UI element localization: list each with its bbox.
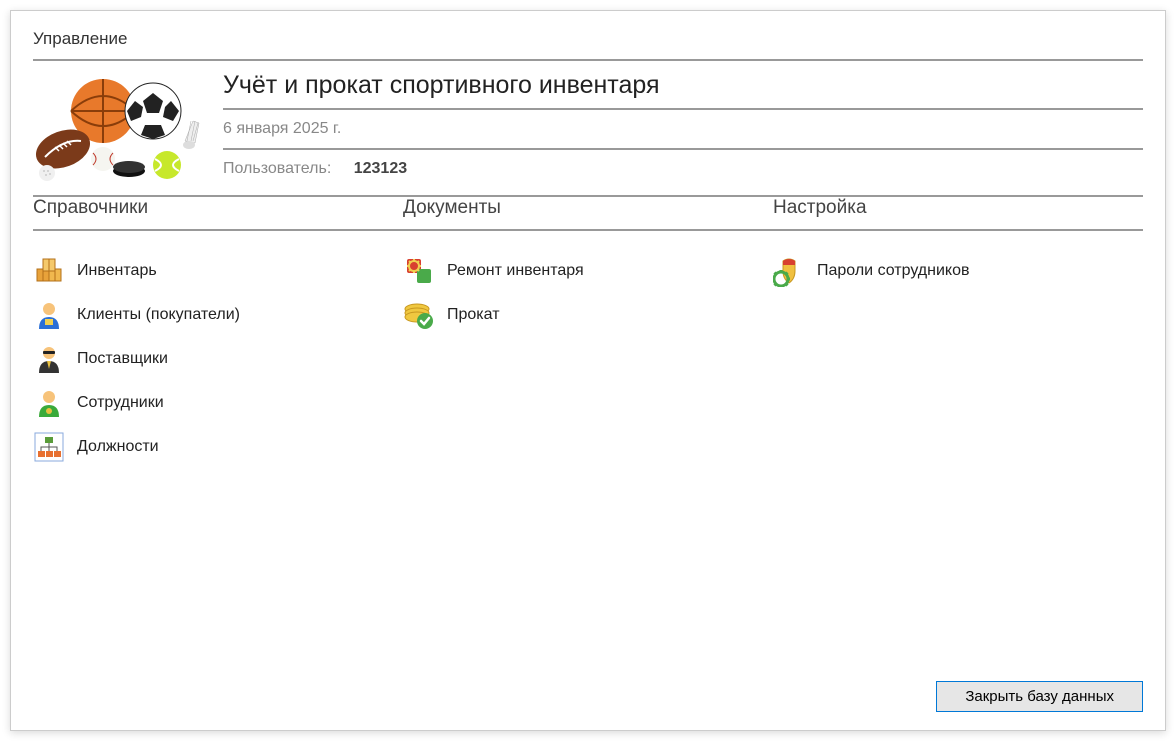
repair-icon (403, 255, 435, 287)
documents-list: Ремонт инвентаря Прокат (403, 249, 773, 337)
orgchart-icon (33, 431, 65, 463)
app-title: Учёт и прокат спортивного инвентаря (223, 71, 1143, 110)
section-references: Инвентарь Клиенты (покупатели) (33, 249, 403, 469)
nav-item-label: Сотрудники (77, 394, 164, 412)
footer: Закрыть базу данных (33, 671, 1143, 712)
employee-icon (33, 387, 65, 419)
nav-passwords[interactable]: Пароли сотрудников (773, 249, 1143, 293)
references-list: Инвентарь Клиенты (покупатели) (33, 249, 403, 469)
nav-suppliers[interactable]: Поставщики (33, 337, 403, 381)
user-label: Пользователь: (223, 160, 331, 177)
nav-item-label: Клиенты (покупатели) (77, 306, 240, 324)
nav-item-label: Прокат (447, 306, 500, 324)
boxes-icon (33, 255, 65, 287)
client-icon (33, 299, 65, 331)
app-logo (33, 71, 203, 181)
nav-employees[interactable]: Сотрудники (33, 381, 403, 425)
section-references-title: Справочники (33, 197, 403, 229)
user-value: 123123 (354, 160, 407, 177)
section-documents-title: Документы (403, 197, 773, 229)
section-documents: Ремонт инвентаря Прокат (403, 249, 773, 469)
nav-item-label: Ремонт инвентаря (447, 262, 584, 280)
menu-bar: Управление (33, 29, 1143, 61)
settings-list: Пароли сотрудников (773, 249, 1143, 293)
nav-rental[interactable]: Прокат (403, 293, 773, 337)
columns-body: Инвентарь Клиенты (покупатели) (33, 249, 1143, 469)
passwords-icon (773, 255, 805, 287)
section-settings: Пароли сотрудников (773, 249, 1143, 469)
nav-repair[interactable]: Ремонт инвентаря (403, 249, 773, 293)
header-content: Учёт и прокат спортивного инвентаря 6 ян… (223, 71, 1143, 181)
main-window: Управление (10, 10, 1166, 731)
section-settings-title: Настройка (773, 197, 1143, 229)
header: Учёт и прокат спортивного инвентаря 6 ян… (33, 61, 1143, 197)
nav-inventory[interactable]: Инвентарь (33, 249, 403, 293)
close-database-button[interactable]: Закрыть базу данных (936, 681, 1143, 712)
nav-item-label: Инвентарь (77, 262, 157, 280)
columns-wrapper: Справочники Документы Настройка (33, 197, 1143, 671)
nav-item-label: Поставщики (77, 350, 168, 368)
user-row: Пользователь: 123123 (223, 160, 1143, 178)
coins-check-icon (403, 299, 435, 331)
nav-item-label: Пароли сотрудников (817, 262, 970, 280)
app-date: 6 января 2025 г. (223, 120, 1143, 150)
menu-management[interactable]: Управление (33, 29, 128, 48)
column-headers: Справочники Документы Настройка (33, 197, 1143, 231)
nav-positions[interactable]: Должности (33, 425, 403, 469)
supplier-icon (33, 343, 65, 375)
nav-clients[interactable]: Клиенты (покупатели) (33, 293, 403, 337)
nav-item-label: Должности (77, 438, 159, 456)
